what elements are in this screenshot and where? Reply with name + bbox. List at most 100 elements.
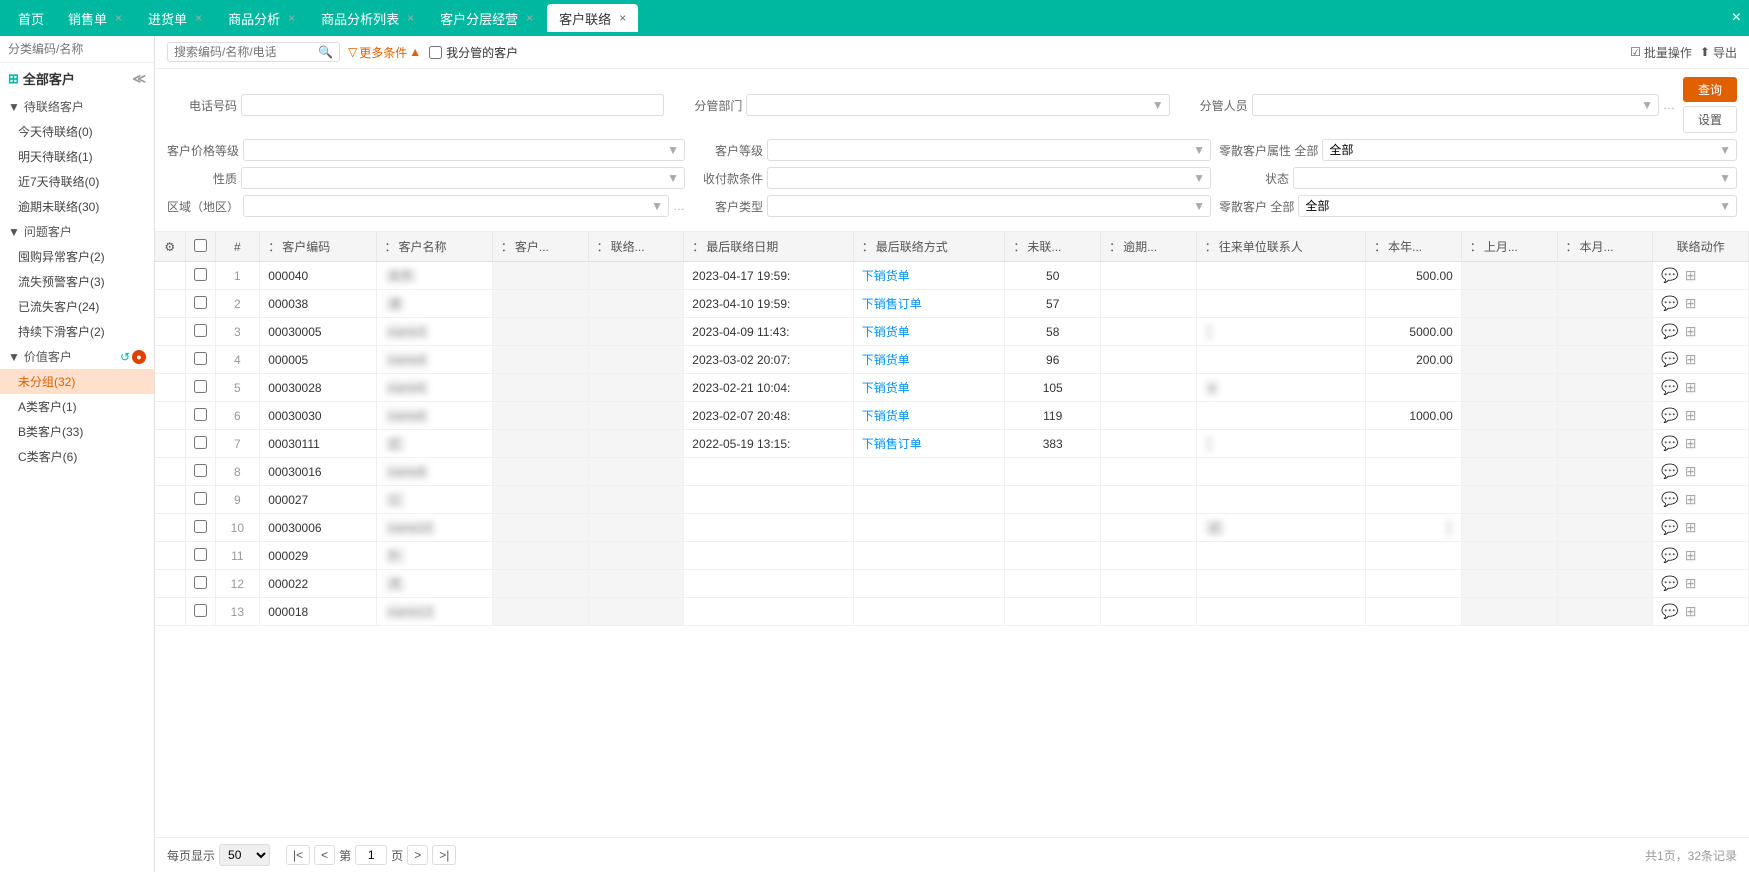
region-select[interactable] <box>243 195 669 217</box>
nav-tab-customer-seg[interactable]: 客户分层经营 × <box>428 4 545 32</box>
prev-page-btn[interactable]: < <box>314 845 335 865</box>
manager-select[interactable] <box>1252 94 1659 116</box>
group-title-pending[interactable]: ▼ 待联络客户 <box>0 94 154 119</box>
message-icon[interactable]: 💬 <box>1661 379 1678 396</box>
gear-column-header[interactable]: ⚙ <box>155 232 185 262</box>
grid-action-icon[interactable]: ⊞ <box>1685 575 1697 592</box>
name-column-header[interactable]: ：客户名称 <box>376 232 492 262</box>
row-checkbox-cell[interactable] <box>185 514 215 542</box>
refresh-icon[interactable]: ↺ <box>120 350 130 364</box>
message-icon[interactable]: 💬 <box>1661 407 1678 424</box>
lastmonth-column-header[interactable]: ：上月... <box>1461 232 1557 262</box>
nav-home[interactable]: 首页 <box>8 9 54 28</box>
row-checkbox[interactable] <box>194 408 207 421</box>
row-checkbox-cell[interactable] <box>185 486 215 514</box>
per-page-select[interactable]: 50 100 <box>219 844 270 866</box>
sidebar-item-churned[interactable]: 已流失客户(24) <box>0 294 154 319</box>
row-checkbox-cell[interactable] <box>185 570 215 598</box>
page-number-input[interactable] <box>355 845 387 865</box>
sidebar-item-a-class[interactable]: A类客户(1) <box>0 394 154 419</box>
row-checkbox[interactable] <box>194 576 207 589</box>
last-page-btn[interactable]: >| <box>432 845 456 865</box>
row-checkbox[interactable] <box>194 604 207 617</box>
row-checkbox-cell[interactable] <box>185 542 215 570</box>
grid-action-icon[interactable]: ⊞ <box>1685 267 1697 284</box>
sidebar-item-abnormal[interactable]: 囤购异常客户(2) <box>0 244 154 269</box>
row-checkbox[interactable] <box>194 352 207 365</box>
message-icon[interactable]: 💬 <box>1661 351 1678 368</box>
row-checkbox-cell[interactable] <box>185 402 215 430</box>
grid-action-icon[interactable]: ⊞ <box>1685 323 1697 340</box>
group-title-value[interactable]: ▼ 价值客户 ↺ ● <box>0 344 154 369</box>
search-input[interactable] <box>174 45 314 59</box>
nocontact-column-header[interactable]: ：未联... <box>1005 232 1101 262</box>
more-conditions-btn[interactable]: ▽ 更多条件 ▲ <box>348 44 421 61</box>
sidebar-item-ungroup[interactable]: 未分组(32) <box>0 369 154 394</box>
price-grade-select[interactable] <box>243 139 685 161</box>
sidebar-item-7days[interactable]: 近7天待联络(0) <box>0 169 154 194</box>
next-page-btn[interactable]: > <box>407 845 428 865</box>
cust-type-select[interactable] <box>767 195 1211 217</box>
message-icon[interactable]: 💬 <box>1661 547 1678 564</box>
message-icon[interactable]: 💬 <box>1661 463 1678 480</box>
lastmethod-column-header[interactable]: ：最后联络方式 <box>853 232 1005 262</box>
last-method-link[interactable]: 下销货单 <box>862 381 910 395</box>
sidebar-item-tomorrow[interactable]: 明天待联络(1) <box>0 144 154 169</box>
type-column-header[interactable]: ：客户... <box>492 232 588 262</box>
close-tab-customer-contact-icon[interactable]: × <box>619 11 626 25</box>
retail-select[interactable]: 全部 <box>1298 195 1737 217</box>
row-checkbox[interactable] <box>194 436 207 449</box>
row-checkbox-cell[interactable] <box>185 458 215 486</box>
close-tab-purchase-icon[interactable]: × <box>195 11 202 25</box>
message-icon[interactable]: 💬 <box>1661 519 1678 536</box>
message-icon[interactable]: 💬 <box>1661 575 1678 592</box>
status-select[interactable] <box>1293 167 1737 189</box>
search-button[interactable]: 查询 <box>1683 77 1737 102</box>
first-page-btn[interactable]: |< <box>286 845 310 865</box>
last-method-link[interactable]: 下销货单 <box>862 353 910 367</box>
batch-op-btn[interactable]: ☑ 批量操作 <box>1630 44 1692 61</box>
reset-button[interactable]: 设置 <box>1683 106 1737 133</box>
message-icon[interactable]: 💬 <box>1661 435 1678 452</box>
message-icon[interactable]: 💬 <box>1661 603 1678 620</box>
lastdate-column-header[interactable]: ：最后联络日期 <box>684 232 853 262</box>
close-all-icon[interactable]: × <box>1732 9 1741 27</box>
dept-select[interactable] <box>746 94 1169 116</box>
my-customers-checkbox[interactable] <box>429 46 442 59</box>
grid-action-icon[interactable]: ⊞ <box>1685 379 1697 396</box>
grid-action-icon[interactable]: ⊞ <box>1685 491 1697 508</box>
code-column-header[interactable]: ：客户编码 <box>260 232 376 262</box>
nav-tab-purchase[interactable]: 进货单 × <box>136 4 214 32</box>
sidebar-search-input[interactable] <box>8 42 155 56</box>
sidebar-item-declining[interactable]: 持续下滑客户(2) <box>0 319 154 344</box>
grid-action-icon[interactable]: ⊞ <box>1685 463 1697 480</box>
nav-tab-sales[interactable]: 销售单 × <box>56 4 134 32</box>
sidebar-item-today[interactable]: 今天待联络(0) <box>0 119 154 144</box>
row-checkbox[interactable] <box>194 492 207 505</box>
my-customers-checkbox-label[interactable]: 我分管的客户 <box>429 44 518 61</box>
row-checkbox[interactable] <box>194 268 207 281</box>
nav-tab-analysis-list[interactable]: 商品分析列表 × <box>309 4 426 32</box>
grid-action-icon[interactable]: ⊞ <box>1685 603 1697 620</box>
message-icon[interactable]: 💬 <box>1661 295 1678 312</box>
close-tab-customer-seg-icon[interactable]: × <box>526 11 533 25</box>
last-method-link[interactable]: 下销售订单 <box>862 437 922 451</box>
retail-attr-select[interactable]: 全部 <box>1322 139 1737 161</box>
overdue-column-header[interactable]: ：逾期... <box>1101 232 1197 262</box>
row-checkbox-cell[interactable] <box>185 430 215 458</box>
sidebar-collapse-icon[interactable]: ≪ <box>132 71 146 87</box>
last-method-link[interactable]: 下销货单 <box>862 269 910 283</box>
sidebar-item-churn-warning[interactable]: 流失预警客户(3) <box>0 269 154 294</box>
select-all-checkbox[interactable] <box>194 239 207 252</box>
search-icon[interactable]: 🔍 <box>318 45 333 59</box>
row-checkbox[interactable] <box>194 380 207 393</box>
contact-column-header[interactable]: ：联络... <box>588 232 684 262</box>
row-checkbox-cell[interactable] <box>185 598 215 626</box>
row-checkbox-cell[interactable] <box>185 318 215 346</box>
thisyear-column-header[interactable]: ：本年... <box>1366 232 1462 262</box>
grid-action-icon[interactable]: ⊞ <box>1685 351 1697 368</box>
close-tab-sales-icon[interactable]: × <box>115 11 122 25</box>
row-checkbox[interactable] <box>194 548 207 561</box>
row-checkbox[interactable] <box>194 296 207 309</box>
all-customers-header[interactable]: ⊞ 全部客户 ≪ <box>0 63 154 94</box>
